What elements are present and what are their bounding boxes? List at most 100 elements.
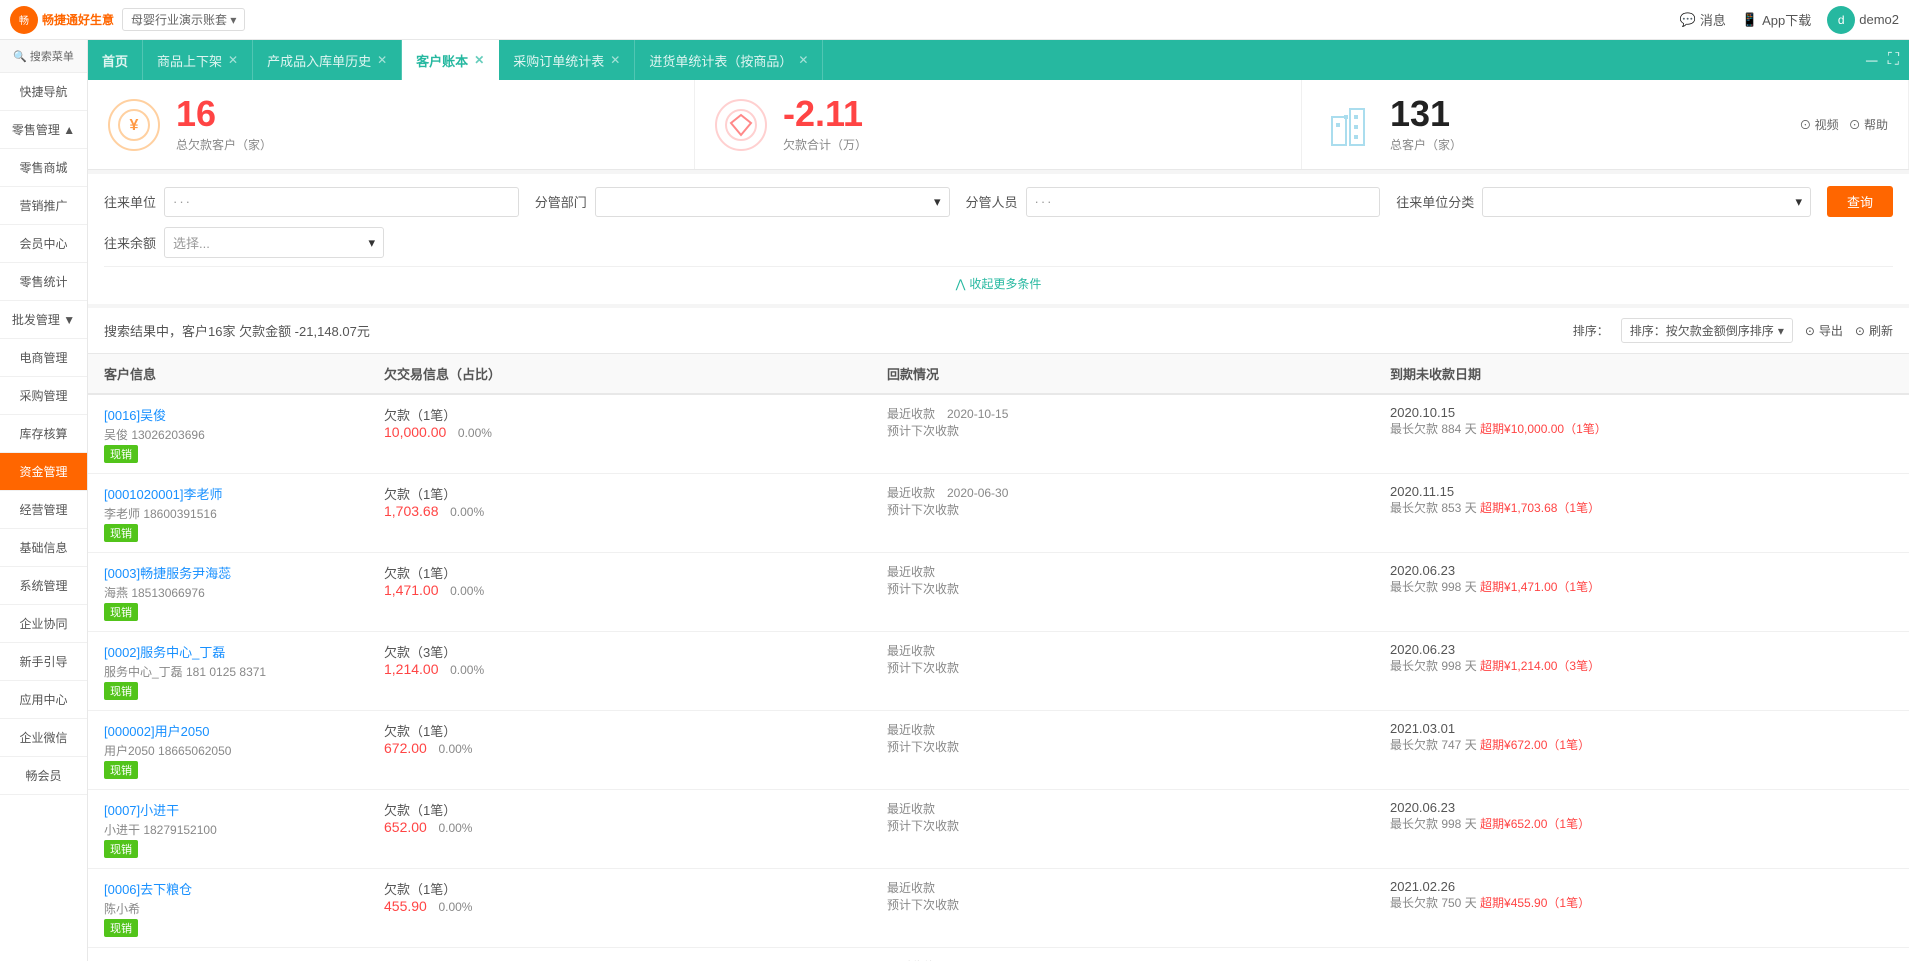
- tab-close-inbound-stat[interactable]: ✕: [798, 53, 808, 67]
- tab-home[interactable]: 首页: [88, 40, 143, 80]
- next-collect: 预计下次收款: [887, 659, 1390, 676]
- sidebar-item-member-center[interactable]: 会员中心: [0, 225, 87, 263]
- sidebar-item-basic-info[interactable]: 基础信息: [0, 529, 87, 567]
- stat-card-actions: ⊙ 视频 ⊙ 帮助: [1799, 116, 1888, 133]
- page-content: ¥ 16 总欠款客户（家）: [88, 80, 1909, 961]
- sidebar-search[interactable]: 🔍 搜索菜单: [0, 40, 87, 73]
- sidebar-item-system-mgmt[interactable]: 系统管理: [0, 567, 87, 605]
- recover-cell: 最近收款 预计下次收款: [887, 721, 1390, 755]
- sidebar-item-vip-member[interactable]: 畅会员: [0, 757, 87, 795]
- tab-close-product-stock-history[interactable]: ✕: [377, 53, 387, 67]
- debt-amount[interactable]: 672.00: [384, 740, 427, 756]
- sidebar-item-retail-stats[interactable]: 零售统计: [0, 263, 87, 301]
- filter-area: 往来单位 ··· 分管部门 ▾: [88, 174, 1909, 304]
- sidebar-item-app-center[interactable]: 应用中心: [0, 681, 87, 719]
- debt-amount[interactable]: 1,214.00: [384, 661, 439, 677]
- sidebar-item-batch-mgmt[interactable]: 批发管理 ▼: [0, 301, 87, 339]
- sidebar-item-inventory-check[interactable]: 库存核算: [0, 415, 87, 453]
- due-date-cell: 2020.06.23 最长欠款 998 天 超期¥652.00（1笔）: [1390, 800, 1893, 832]
- sidebar-item-retail-mall[interactable]: 零售商城: [0, 149, 87, 187]
- manager-input[interactable]: ···: [1026, 187, 1381, 217]
- sidebar-item-purchase-mgmt[interactable]: 采购管理: [0, 377, 87, 415]
- sidebar-item-enterprise-collab[interactable]: 企业协同: [0, 605, 87, 643]
- collapse-btn[interactable]: ⋀ 收起更多条件: [104, 275, 1893, 292]
- tab-close-products-shelf[interactable]: ✕: [228, 53, 238, 67]
- sidebar-item-quick-nav[interactable]: 快捷导航: [0, 73, 87, 111]
- due-date: 2020.06.23: [1390, 800, 1893, 815]
- help-btn[interactable]: ⊙ 帮助: [1849, 116, 1888, 133]
- sidebar-item-marketing[interactable]: 营销推广: [0, 187, 87, 225]
- overdue-amount-text[interactable]: 超期¥455.90（1笔）: [1480, 896, 1590, 910]
- tab-minimize-btn[interactable]: －: [1864, 48, 1880, 72]
- video-btn[interactable]: ⊙ 视频: [1799, 116, 1838, 133]
- overdue-amount-text[interactable]: 超期¥652.00（1笔）: [1480, 817, 1590, 831]
- unit-category-select[interactable]: ▾: [1482, 187, 1811, 217]
- recover-cell: 最近收款 预计下次收款: [887, 879, 1390, 913]
- filter-dept: 分管部门 ▾: [535, 187, 950, 217]
- customer-id-name[interactable]: [0006]去下粮仓: [104, 879, 374, 898]
- overdue-amount-text[interactable]: 超期¥1,471.00（1笔）: [1480, 580, 1600, 594]
- sidebar-item-enterprise-wechat[interactable]: 企业微信: [0, 719, 87, 757]
- debt-amount[interactable]: 10,000.00: [384, 424, 446, 440]
- overdue-amount-text[interactable]: 超期¥1,214.00（3笔）: [1480, 659, 1600, 673]
- tab-close-purchase-order-stat[interactable]: ✕: [610, 53, 620, 67]
- logo-icon: 畅: [10, 6, 38, 34]
- sidebar-item-new-guide[interactable]: 新手引导: [0, 643, 87, 681]
- debt-amount[interactable]: 455.90: [384, 898, 427, 914]
- debt-percent: 0.00%: [450, 584, 484, 598]
- customer-id-name[interactable]: [000002]用户2050: [104, 721, 374, 740]
- debt-amount[interactable]: 652.00: [384, 819, 427, 835]
- industry-selector[interactable]: 母婴行业演示账套 ▾: [122, 8, 245, 31]
- header-left: 畅 畅捷通好生意 母婴行业演示账套 ▾: [10, 6, 245, 34]
- tab-purchase-order-stat[interactable]: 采购订单统计表 ✕: [499, 40, 635, 80]
- customer-id-name[interactable]: [0016]吴俊: [104, 405, 374, 424]
- overdue-days: 最长欠款 853 天 超期¥1,703.68（1笔）: [1390, 499, 1893, 516]
- latest-collect: 最近收款 2020-06-30: [887, 484, 1390, 501]
- sidebar-item-capital-mgmt[interactable]: 资金管理: [0, 453, 87, 491]
- from-unit-input[interactable]: ···: [164, 187, 519, 217]
- debt-info-cell: 欠款（1笔） 652.00 0.00%: [384, 800, 887, 835]
- customer-id-name[interactable]: [0002]服务中心_丁磊: [104, 642, 374, 661]
- latest-collect: 最近收款: [887, 800, 1390, 817]
- overdue-amount-text[interactable]: 超期¥10,000.00（1笔）: [1480, 422, 1607, 436]
- overdue-amount-text[interactable]: 超期¥672.00（1笔）: [1480, 738, 1590, 752]
- col-header-recover: 回款情况: [887, 364, 1390, 383]
- sidebar-item-retail-mgmt[interactable]: 零售管理 ▲: [0, 111, 87, 149]
- overdue-days: 最长欠款 750 天 超期¥455.90（1笔）: [1390, 894, 1893, 911]
- customer-tag: 现销: [104, 919, 138, 937]
- due-date: 2020.11.15: [1390, 484, 1893, 499]
- overdue-amount-label: 欠款合计（万）: [783, 136, 867, 153]
- export-btn[interactable]: ⊙ 导出: [1805, 322, 1843, 339]
- tab-close-customer-account[interactable]: ✕: [474, 53, 484, 67]
- tab-maximize-btn[interactable]: ⛶: [1888, 51, 1899, 69]
- customer-info-cell: [000002]用户2050 用户2050 18665062050 现销: [104, 721, 384, 779]
- sidebar-item-ops-mgmt[interactable]: 经营管理: [0, 491, 87, 529]
- overdue-amount-text[interactable]: 超期¥1,703.68（1笔）: [1480, 501, 1600, 515]
- tab-product-stock-history[interactable]: 产成品入库单历史 ✕: [253, 40, 402, 80]
- customer-id-name[interactable]: [0007]小进干: [104, 800, 374, 819]
- stats-bar: ¥ 16 总欠款客户（家）: [88, 80, 1909, 170]
- sidebar-item-ecommerce-mgmt[interactable]: 电商管理: [0, 339, 87, 377]
- balance-select[interactable]: 选择... ▾: [164, 227, 384, 258]
- debt-amount[interactable]: 1,471.00: [384, 582, 439, 598]
- debt-percent: 0.00%: [450, 663, 484, 677]
- search-button[interactable]: 查询: [1827, 186, 1893, 217]
- customer-sub: 海燕 18513066976: [104, 584, 374, 601]
- recover-cell: 最近收款 2020-10-15 预计下次收款: [887, 405, 1390, 439]
- table-row: [000002]用户2050 用户2050 18665062050 现销 欠款（…: [88, 711, 1909, 790]
- customer-id-name[interactable]: [0003]畅捷服务尹海蕊: [104, 563, 374, 582]
- tab-inbound-stat[interactable]: 进货单统计表（按商品） ✕: [635, 40, 823, 80]
- message-btn[interactable]: 💬 消息: [1680, 10, 1726, 29]
- next-collect: 预计下次收款: [887, 896, 1390, 913]
- debt-amount[interactable]: 1,703.68: [384, 503, 439, 519]
- tab-products-shelf[interactable]: 商品上下架 ✕: [143, 40, 253, 80]
- tab-customer-account[interactable]: 客户账本 ✕: [402, 40, 499, 80]
- user-avatar[interactable]: d demo2: [1827, 6, 1899, 34]
- svg-text:畅: 畅: [19, 14, 29, 27]
- debt-info-cell: 欠款（1笔） 1,703.68 0.00%: [384, 484, 887, 519]
- sort-select[interactable]: 排序：按欠款金额倒序排序 ▾: [1621, 318, 1793, 343]
- customer-id-name[interactable]: [0001020001]李老师: [104, 484, 374, 503]
- dept-select[interactable]: ▾: [595, 187, 950, 217]
- refresh-btn[interactable]: ⊙ 刷新: [1855, 322, 1893, 339]
- app-download-btn[interactable]: 📱 App下载: [1742, 10, 1811, 29]
